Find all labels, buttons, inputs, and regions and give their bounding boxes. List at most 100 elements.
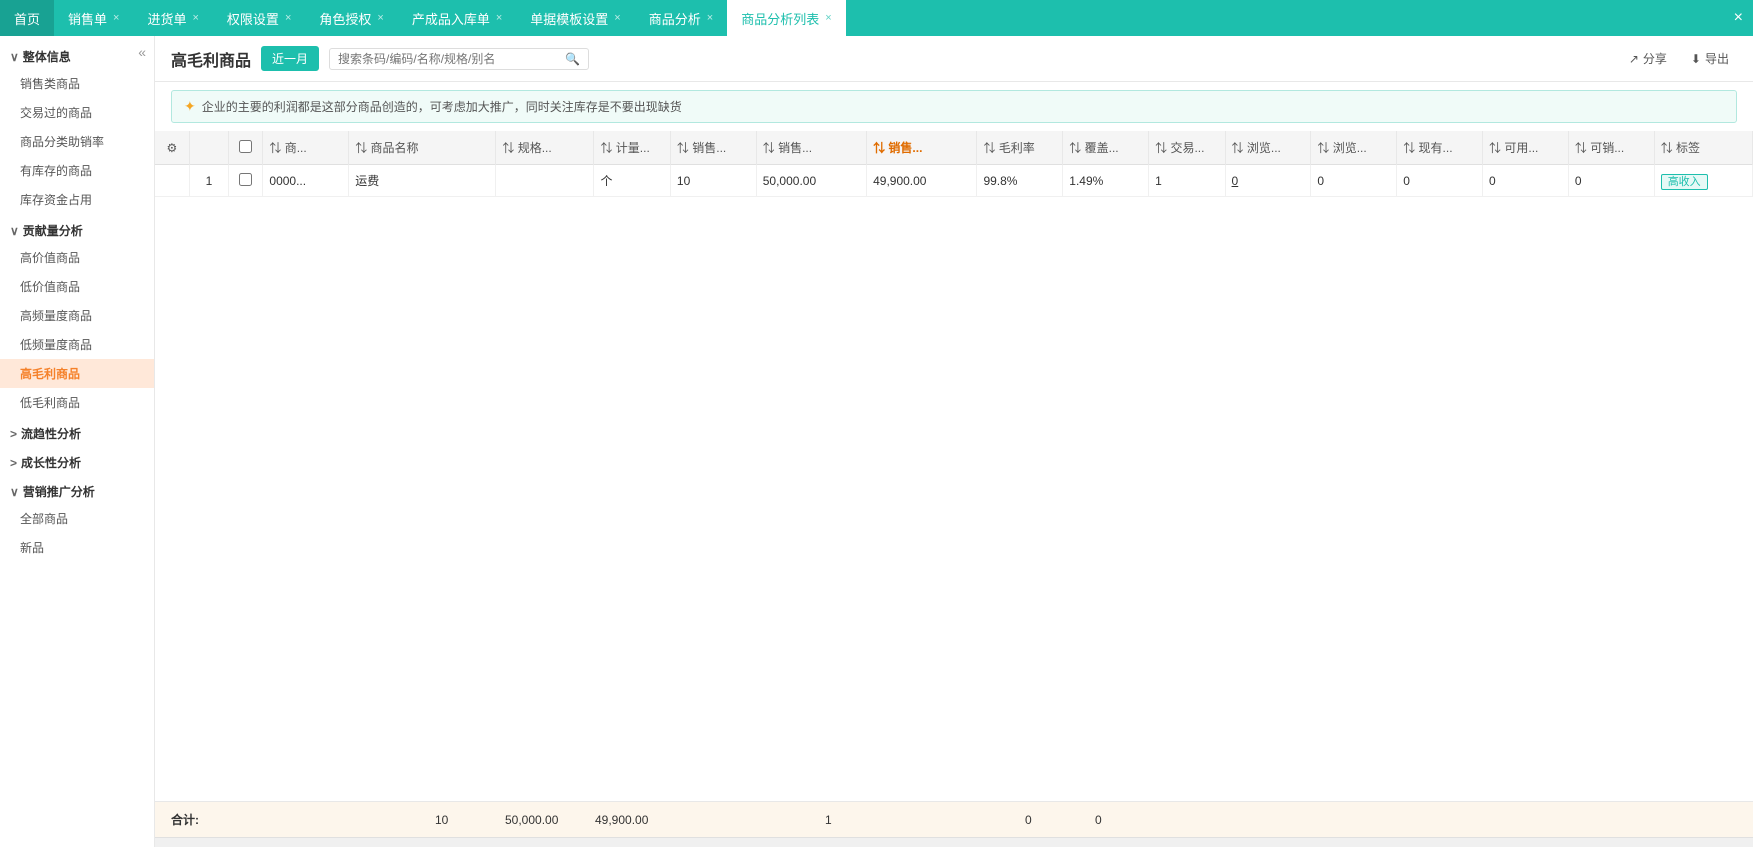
row-gross-0: 99.8% [977, 165, 1063, 197]
row-browse1-0[interactable]: 0 [1225, 165, 1311, 197]
row-num-0: 1 [189, 165, 228, 197]
footer-stock2: 0 [1095, 813, 1165, 827]
table-container: ⚙ ⇅ 商... ⇅ 商品名称 ⇅ 规格... ⇅ 计量... ⇅ 销售... … [155, 131, 1753, 801]
sidebar-group-3[interactable]: >成长性分析 [0, 446, 154, 475]
nav-item-5[interactable]: 产成品入库单 × [398, 0, 516, 36]
bottom-scrollbar[interactable] [155, 837, 1753, 847]
arrow-icon: > [10, 456, 17, 470]
arrow-icon: ∨ [10, 50, 19, 64]
nav-close-icon-6[interactable]: × [614, 12, 620, 24]
col-header-check[interactable] [229, 131, 263, 165]
col-header-trade[interactable]: ⇅ 交易... [1149, 131, 1225, 165]
row-stock2-0: 0 [1483, 165, 1569, 197]
footer-browse2 [955, 813, 1025, 827]
sidebar-item-0-2[interactable]: 商品分类助销率 [0, 127, 154, 156]
sidebar-item-0-1[interactable]: 交易过的商品 [0, 98, 154, 127]
col-header-cover[interactable]: ⇅ 覆盖... [1063, 131, 1149, 165]
header-actions: ↗ 分享 ⬇ 导出 [1621, 47, 1737, 70]
sidebar-item-1-2[interactable]: 高频量度商品 [0, 301, 154, 330]
footer-stock1: 0 [1025, 813, 1095, 827]
sidebar-item-1-5[interactable]: 低毛利商品 [0, 388, 154, 417]
sidebar-item-4-0[interactable]: 全部商品 [0, 504, 154, 533]
row-check-0[interactable] [229, 165, 263, 197]
export-button[interactable]: ⬇ 导出 [1683, 47, 1737, 70]
close-all-button[interactable]: × [1734, 9, 1753, 27]
row-tag-0: 高收入 [1654, 165, 1752, 197]
col-header-sales-qty[interactable]: ⇅ 销售... [670, 131, 756, 165]
col-header-browse1[interactable]: ⇅ 浏览... [1225, 131, 1311, 165]
nav-item-6[interactable]: 单据模板设置 × [516, 0, 634, 36]
footer-total-row: 合计: 10 50,000.00 49,900.00 1 0 0 [155, 801, 1753, 837]
sidebar-collapse-button[interactable]: « [138, 44, 146, 60]
sidebar-item-4-1[interactable]: 新品 [0, 533, 154, 562]
col-header-gross-rate[interactable]: ⇅ 毛利率 [977, 131, 1063, 165]
col-header-code[interactable]: ⇅ 商... [263, 131, 349, 165]
sidebar-item-0-0[interactable]: 销售类商品 [0, 69, 154, 98]
sidebar-group-1[interactable]: ∨贡献量分析 [0, 214, 154, 243]
footer-cols: 10 50,000.00 49,900.00 1 0 0 [207, 813, 1737, 827]
sidebar-item-0-3[interactable]: 有库存的商品 [0, 156, 154, 185]
nav-item-2[interactable]: 进货单 × [133, 0, 212, 36]
search-icon[interactable]: 🔍 [565, 52, 580, 66]
col-header-name[interactable]: ⇅ 商品名称 [349, 131, 496, 165]
top-nav: 首页销售单 ×进货单 ×权限设置 ×角色授权 ×产成品入库单 ×单据模板设置 ×… [0, 0, 1753, 36]
sidebar-group-0[interactable]: ∨整体信息 [0, 40, 154, 69]
sidebar: « ∨整体信息销售类商品交易过的商品商品分类助销率有库存的商品库存资金占用∨贡献… [0, 36, 155, 847]
col-header-sales-profit[interactable]: ⇅ 销售... [867, 131, 977, 165]
nav-item-8[interactable]: 商品分析列表 × [727, 0, 845, 36]
main-layout: « ∨整体信息销售类商品交易过的商品商品分类助销率有库存的商品库存资金占用∨贡献… [0, 36, 1753, 847]
nav-item-4[interactable]: 角色授权 × [305, 0, 397, 36]
select-all-checkbox[interactable] [239, 140, 252, 153]
nav-close-icon-7[interactable]: × [707, 12, 713, 24]
filter-recent-month[interactable]: 近一月 [261, 46, 319, 71]
col-header-stock3[interactable]: ⇅ 可销... [1568, 131, 1654, 165]
search-input[interactable] [338, 52, 561, 66]
search-box: 🔍 [329, 48, 589, 70]
footer-sales-qty: 10 [435, 813, 505, 827]
sidebar-item-1-0[interactable]: 高价值商品 [0, 243, 154, 272]
sidebar-group-4[interactable]: ∨营销推广分析 [0, 475, 154, 504]
nav-item-1[interactable]: 销售单 × [54, 0, 133, 36]
row-spec-0 [496, 165, 594, 197]
nav-close-icon-1[interactable]: × [113, 12, 119, 24]
col-header-spec[interactable]: ⇅ 规格... [496, 131, 594, 165]
arrow-icon: > [10, 427, 17, 441]
nav-close-icon-5[interactable]: × [496, 12, 502, 24]
row-cover-0: 1.49% [1063, 165, 1149, 197]
col-header-tag[interactable]: ⇅ 标签 [1654, 131, 1752, 165]
share-icon: ↗ [1629, 52, 1639, 66]
row-stock3-0: 0 [1568, 165, 1654, 197]
col-header-stock1[interactable]: ⇅ 现有... [1397, 131, 1483, 165]
col-header-sales-amt[interactable]: ⇅ 销售... [756, 131, 866, 165]
nav-item-0[interactable]: 首页 [0, 0, 54, 36]
row-sales-profit-0: 49,900.00 [867, 165, 977, 197]
page-title: 高毛利商品 [171, 47, 251, 71]
col-header-stock2[interactable]: ⇅ 可用... [1483, 131, 1569, 165]
sidebar-group-2[interactable]: >流趋性分析 [0, 417, 154, 446]
sidebar-item-1-3[interactable]: 低频量度商品 [0, 330, 154, 359]
row-stock1-0: 0 [1397, 165, 1483, 197]
nav-item-3[interactable]: 权限设置 × [213, 0, 305, 36]
nav-close-icon-3[interactable]: × [285, 12, 291, 24]
share-button[interactable]: ↗ 分享 [1621, 47, 1675, 70]
sidebar-item-0-4[interactable]: 库存资金占用 [0, 185, 154, 214]
footer-sales-amt: 50,000.00 [505, 813, 595, 827]
sidebar-item-1-1[interactable]: 低价值商品 [0, 272, 154, 301]
row-sales-qty-0: 10 [670, 165, 756, 197]
total-label: 合计: [171, 811, 199, 828]
nav-close-icon-4[interactable]: × [377, 12, 383, 24]
row-code-0: 0000... [263, 165, 349, 197]
nav-close-icon-2[interactable]: × [192, 12, 198, 24]
col-header-settings[interactable]: ⚙ [155, 131, 189, 165]
row-checkbox-0[interactable] [239, 173, 252, 186]
info-banner: ✦ 企业的主要的利润都是这部分商品创造的，可考虑加大推广，同时关注库存是不要出现… [171, 90, 1737, 123]
nav-item-7[interactable]: 商品分析 × [635, 0, 727, 36]
nav-close-icon-8[interactable]: × [825, 12, 831, 24]
col-header-browse2[interactable]: ⇅ 浏览... [1311, 131, 1397, 165]
row-browse2-0: 0 [1311, 165, 1397, 197]
export-label: 导出 [1705, 50, 1729, 67]
sidebar-item-1-4[interactable]: 高毛利商品 [0, 359, 154, 388]
row-sales-amt-0: 50,000.00 [756, 165, 866, 197]
col-header-unit[interactable]: ⇅ 计量... [594, 131, 670, 165]
info-text: 企业的主要的利润都是这部分商品创造的，可考虑加大推广，同时关注库存是不要出现缺货 [202, 98, 682, 115]
